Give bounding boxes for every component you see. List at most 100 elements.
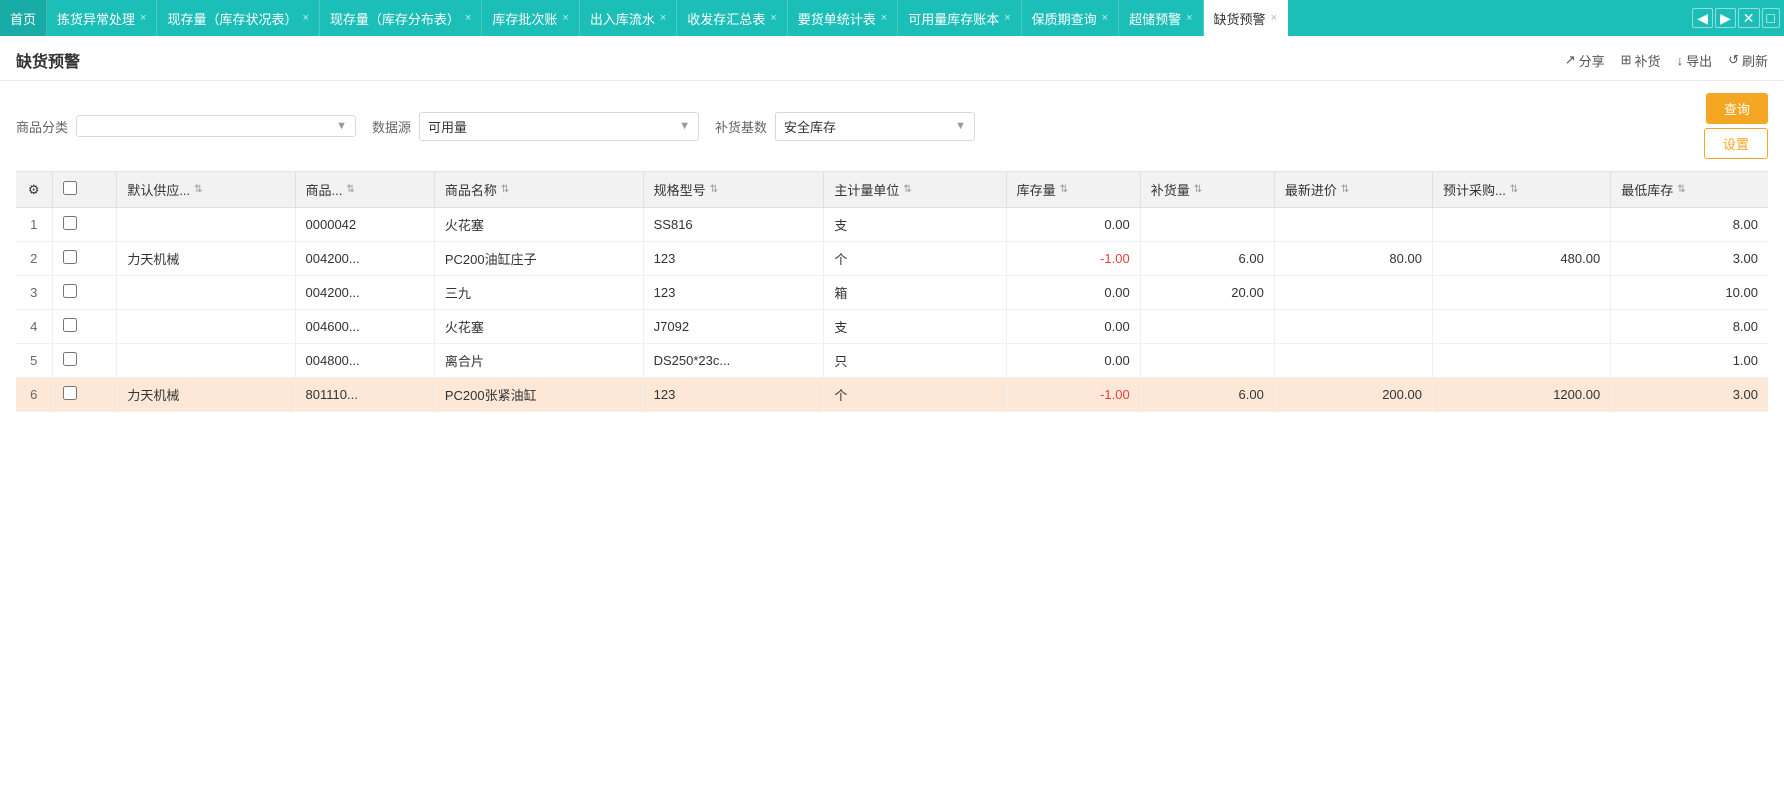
tab-stock-dist-close[interactable]: ×: [465, 12, 471, 24]
table-row: 3 004200... 三九 123 箱 0.00 20.00 10.00: [16, 276, 1768, 310]
datasource-chevron-icon: ▼: [679, 120, 690, 132]
row-supplier-4: [117, 310, 295, 344]
nav-close-button[interactable]: ✕: [1738, 8, 1760, 28]
export-button[interactable]: ↓ 导出: [1677, 51, 1713, 70]
table-row: 5 004800... 离合片 DS250*23c... 只 0.00 1.00: [16, 344, 1768, 378]
row-spec-5: DS250*23c...: [643, 344, 824, 378]
tab-batch[interactable]: 库存批次账 ×: [482, 0, 579, 36]
tab-overstock[interactable]: 超储预警 ×: [1119, 0, 1203, 36]
row-spec-4: J7092: [643, 310, 824, 344]
row-num-2: 2: [16, 242, 52, 276]
select-all-checkbox[interactable]: [63, 181, 77, 195]
row-cb-3[interactable]: [52, 276, 117, 310]
row-stock-5: 0.00: [1006, 344, 1140, 378]
col-unit-label: 主计量单位: [834, 180, 899, 199]
tab-summary[interactable]: 收发存汇总表 ×: [677, 0, 787, 36]
row-cb-1[interactable]: [52, 208, 117, 242]
row-latest-price-4: [1274, 310, 1432, 344]
row-stock-6: -1.00: [1006, 378, 1140, 412]
col-latest-price-label: 最新进价: [1285, 180, 1337, 199]
row-supplier-2: 力天机械: [117, 242, 295, 276]
row-supplier-6: 力天机械: [117, 378, 295, 412]
query-button[interactable]: 查询: [1706, 93, 1768, 124]
row-min-stock-4: 8.00: [1611, 310, 1768, 344]
share-button[interactable]: ↗ 分享: [1565, 51, 1605, 70]
col-code[interactable]: 商品... ⇅: [295, 172, 434, 208]
tab-batch-close[interactable]: ×: [562, 12, 568, 24]
tab-inout-close[interactable]: ×: [660, 12, 666, 24]
tab-shortage[interactable]: 缺货预警 ×: [1204, 0, 1288, 36]
tab-picking[interactable]: 拣货异常处理 ×: [47, 0, 157, 36]
filter-bar: 商品分类 ▼ 数据源 可用量 ▼ 补货基数 安全库存 ▼ 查询 设置: [0, 81, 1784, 171]
tab-home[interactable]: 首页: [0, 0, 47, 36]
row-unit-1: 支: [824, 208, 1006, 242]
row-checkbox-2[interactable]: [63, 250, 77, 264]
row-cb-4[interactable]: [52, 310, 117, 344]
tab-expiry-label: 保质期查询: [1032, 9, 1097, 28]
table-row: 4 004600... 火花塞 J7092 支 0.00 8.00: [16, 310, 1768, 344]
category-select[interactable]: ▼: [76, 115, 356, 137]
row-cb-5[interactable]: [52, 344, 117, 378]
row-cb-2[interactable]: [52, 242, 117, 276]
tab-inout[interactable]: 出入库流水 ×: [580, 0, 677, 36]
col-gear[interactable]: ⚙: [16, 172, 52, 208]
col-replenish[interactable]: 补货量 ⇅: [1140, 172, 1274, 208]
row-num-3: 3: [16, 276, 52, 310]
col-min-stock[interactable]: 最低库存 ⇅: [1611, 172, 1768, 208]
row-cb-6[interactable]: [52, 378, 117, 412]
replenish-value: 安全库存: [784, 117, 836, 136]
col-min-stock-sort-icon: ⇅: [1677, 184, 1685, 195]
row-checkbox-5[interactable]: [63, 352, 77, 366]
tab-picking-label: 拣货异常处理: [57, 9, 135, 28]
row-latest-price-2: 80.00: [1274, 242, 1432, 276]
replenish-select[interactable]: 安全库存 ▼: [775, 112, 975, 141]
tab-overstock-close[interactable]: ×: [1186, 12, 1192, 24]
tab-picking-close[interactable]: ×: [140, 12, 146, 24]
data-table: ⚙ 默认供应... ⇅ 商品... ⇅: [16, 171, 1768, 412]
col-name[interactable]: 商品名称 ⇅: [434, 172, 643, 208]
col-checkbox: [52, 172, 117, 208]
nav-next-button[interactable]: ▶: [1715, 8, 1736, 28]
category-filter-group: 商品分类 ▼: [16, 115, 356, 137]
row-checkbox-6[interactable]: [63, 386, 77, 400]
row-checkbox-3[interactable]: [63, 284, 77, 298]
tab-expiry-close[interactable]: ×: [1102, 12, 1108, 24]
replenish-button[interactable]: ⊞ 补货: [1621, 51, 1661, 70]
col-est-purchase[interactable]: 预计采购... ⇅: [1432, 172, 1610, 208]
col-est-purchase-label: 预计采购...: [1443, 180, 1506, 199]
col-stock-label: 库存量: [1017, 180, 1056, 199]
row-est-purchase-5: [1432, 344, 1610, 378]
col-latest-price[interactable]: 最新进价 ⇅: [1274, 172, 1432, 208]
col-supplier[interactable]: 默认供应... ⇅: [117, 172, 295, 208]
tab-available[interactable]: 可用量库存账本 ×: [898, 0, 1021, 36]
share-label: 分享: [1579, 51, 1605, 70]
datasource-select[interactable]: 可用量 ▼: [419, 112, 699, 141]
refresh-button[interactable]: ↺ 刷新: [1728, 51, 1768, 70]
tab-shortage-close[interactable]: ×: [1271, 12, 1277, 24]
nav-expand-button[interactable]: □: [1762, 8, 1780, 28]
tab-stock-status-close[interactable]: ×: [302, 12, 308, 24]
nav-prev-button[interactable]: ◀: [1692, 8, 1713, 28]
col-code-sort-icon: ⇅: [346, 184, 354, 195]
row-unit-4: 支: [824, 310, 1006, 344]
tab-demand-close[interactable]: ×: [881, 12, 887, 24]
top-nav: 首页 拣货异常处理 × 现存量（库存状况表） × 现存量（库存分布表） × 库存…: [0, 0, 1784, 36]
col-stock[interactable]: 库存量 ⇅: [1006, 172, 1140, 208]
tab-stock-status[interactable]: 现存量（库存状况表） ×: [157, 0, 319, 36]
tab-summary-close[interactable]: ×: [770, 12, 776, 24]
col-unit[interactable]: 主计量单位 ⇅: [824, 172, 1006, 208]
row-checkbox-4[interactable]: [63, 318, 77, 332]
row-checkbox-1[interactable]: [63, 216, 77, 230]
row-spec-2: 123: [643, 242, 824, 276]
col-supplier-sort-icon: ⇅: [194, 184, 202, 195]
tab-expiry[interactable]: 保质期查询 ×: [1022, 0, 1119, 36]
tab-overstock-label: 超储预警: [1129, 9, 1181, 28]
row-est-purchase-6: 1200.00: [1432, 378, 1610, 412]
tab-stock-dist[interactable]: 现存量（库存分布表） ×: [320, 0, 482, 36]
tab-demand[interactable]: 要货单统计表 ×: [788, 0, 898, 36]
col-spec[interactable]: 规格型号 ⇅: [643, 172, 824, 208]
tab-available-label: 可用量库存账本: [908, 9, 999, 28]
row-stock-4: 0.00: [1006, 310, 1140, 344]
tab-available-close[interactable]: ×: [1004, 12, 1010, 24]
settings-button[interactable]: 设置: [1704, 128, 1768, 159]
